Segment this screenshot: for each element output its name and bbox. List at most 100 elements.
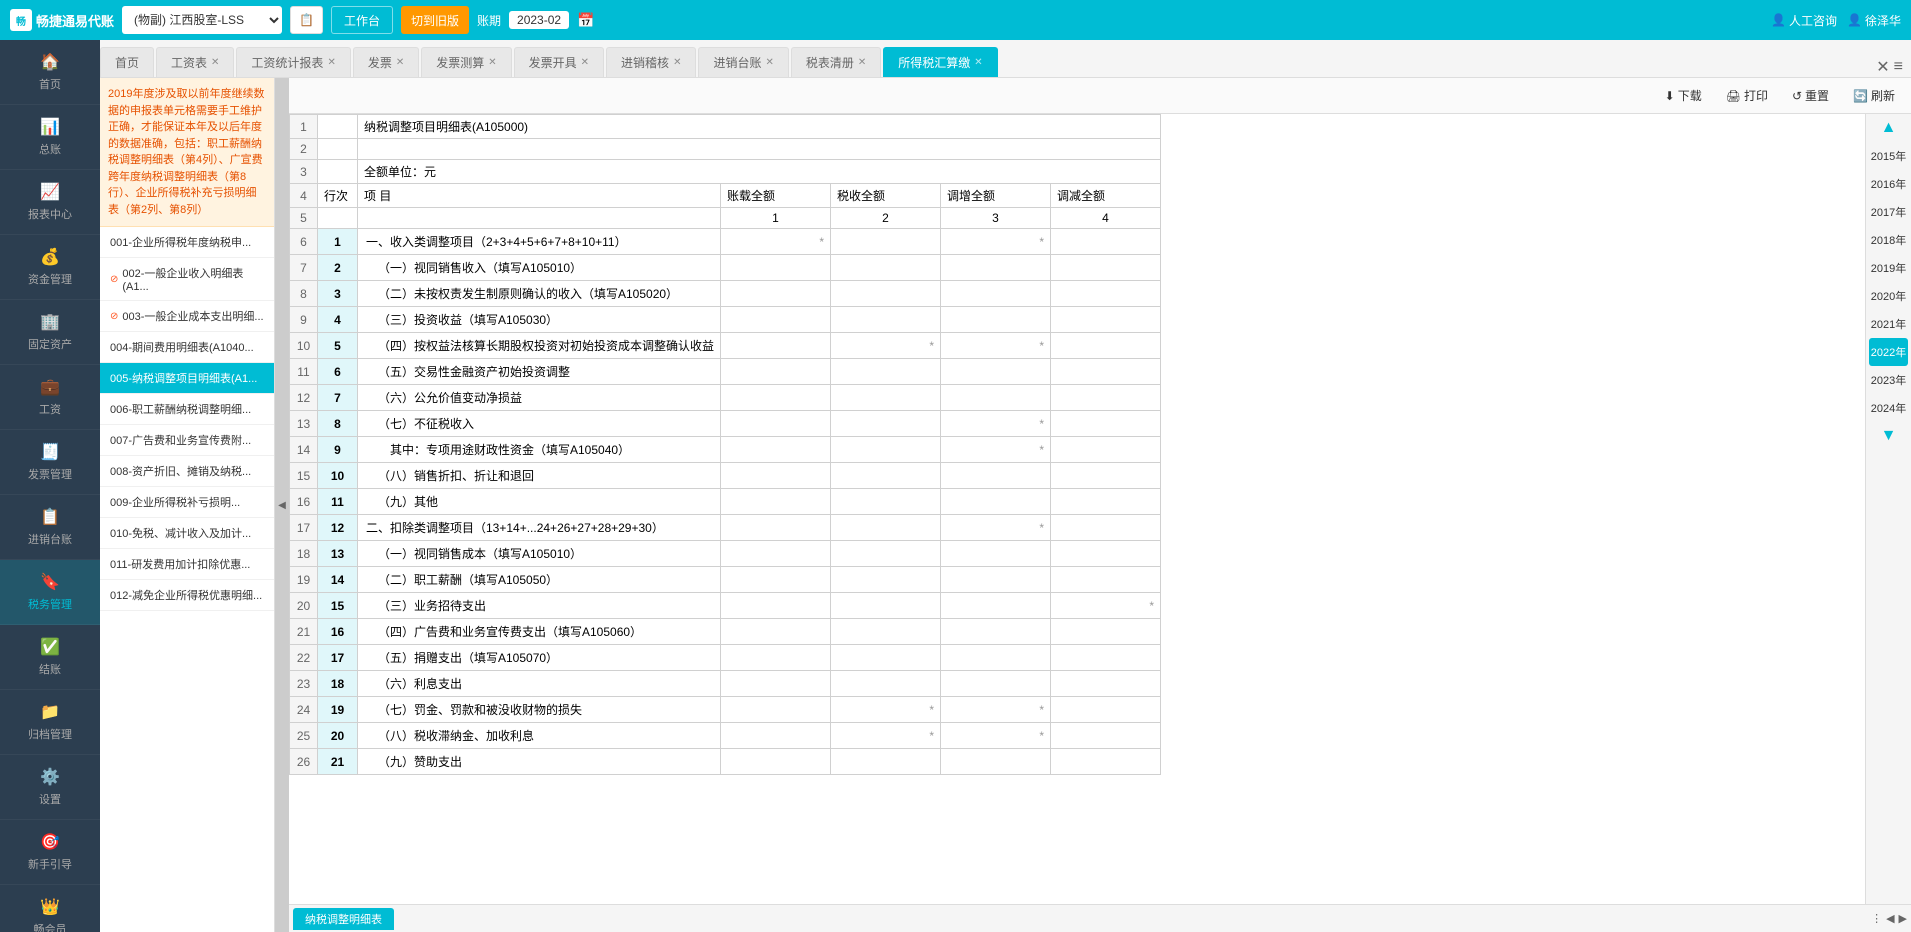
v3-7[interactable]: * (941, 411, 1051, 437)
sidebar-item-7[interactable]: 📋进销台账 (0, 495, 100, 560)
year-prev-btn[interactable]: ▲ (1866, 114, 1911, 142)
year-item-8[interactable]: 2023年 (1869, 366, 1908, 394)
tab-next-btn[interactable]: ≡ (1894, 58, 1903, 76)
sidebar-item-3[interactable]: 💰资金管理 (0, 235, 100, 300)
item-cell-3[interactable]: （三）投资收益（填写A105030） (358, 307, 721, 333)
v4-13[interactable] (1051, 567, 1161, 593)
v4-4[interactable] (1051, 333, 1161, 359)
form-item-1[interactable]: ⊘002-一般企业收入明细表(A1... (100, 258, 274, 301)
v2-11[interactable] (831, 515, 941, 541)
v4-20[interactable] (1051, 749, 1161, 775)
form-item-7[interactable]: 008-资产折旧、摊销及纳税... (100, 456, 274, 487)
item-cell-4[interactable]: （四）按权益法核算长期股权投资对初始投资成本调整确认收益 (358, 333, 721, 359)
year-item-9[interactable]: 2024年 (1869, 394, 1908, 422)
v4-14[interactable]: * (1051, 593, 1161, 619)
switch-btn[interactable]: 切到旧版 (401, 6, 469, 34)
item-cell-0[interactable]: 一、收入类调整项目（2+3+4+5+6+7+8+10+11） (358, 229, 721, 255)
tab-6[interactable]: 进销稽核✕ (606, 47, 696, 77)
v4-6[interactable] (1051, 385, 1161, 411)
v4-8[interactable] (1051, 437, 1161, 463)
v2-5[interactable] (831, 359, 941, 385)
v3-8[interactable]: * (941, 437, 1051, 463)
v4-9[interactable] (1051, 463, 1161, 489)
v1-15[interactable] (721, 619, 831, 645)
v4-18[interactable] (1051, 697, 1161, 723)
item-cell-13[interactable]: （二）职工薪酬（填写A105050） (358, 567, 721, 593)
scroll-left-icon[interactable]: ⋮ (1871, 912, 1882, 925)
year-item-4[interactable]: 2019年 (1869, 254, 1908, 282)
form-item-3[interactable]: 004-期间费用明细表(A1040... (100, 332, 274, 363)
v1-17[interactable] (721, 671, 831, 697)
copy-btn[interactable]: 📋 (290, 6, 323, 34)
v1-2[interactable] (721, 281, 831, 307)
year-next-btn[interactable]: ▼ (1866, 422, 1911, 450)
refresh-btn[interactable]: 🔄 刷新 (1847, 84, 1901, 107)
v1-8[interactable] (721, 437, 831, 463)
v2-4[interactable]: * (831, 333, 941, 359)
tab-close-9[interactable]: ✕ (974, 57, 982, 68)
form-item-11[interactable]: 012-减免企业所得税优惠明细... (100, 580, 274, 611)
tab-7[interactable]: 进销台账✕ (698, 47, 788, 77)
tab-close-4[interactable]: ✕ (488, 57, 496, 68)
v3-0[interactable]: * (941, 229, 1051, 255)
v2-9[interactable] (831, 463, 941, 489)
form-item-0[interactable]: 001-企业所得税年度纳税申... (100, 227, 274, 258)
v2-10[interactable] (831, 489, 941, 515)
sidebar-item-8[interactable]: 🔖税务管理 (0, 560, 100, 625)
form-item-8[interactable]: 009-企业所得税补亏损明... (100, 487, 274, 518)
item-cell-1[interactable]: （一）视同销售收入（填写A105010） (358, 255, 721, 281)
v2-19[interactable]: * (831, 723, 941, 749)
tab-3[interactable]: 发票✕ (353, 47, 419, 77)
sidebar-item-9[interactable]: ✅结账 (0, 625, 100, 690)
period-edit-icon[interactable]: 📅 (577, 12, 594, 29)
collapse-toggle[interactable]: ◀ (275, 78, 289, 932)
year-item-5[interactable]: 2020年 (1869, 282, 1908, 310)
v1-3[interactable] (721, 307, 831, 333)
sidebar-item-6[interactable]: 🧾发票管理 (0, 430, 100, 495)
v3-16[interactable] (941, 645, 1051, 671)
v1-12[interactable] (721, 541, 831, 567)
year-item-2[interactable]: 2017年 (1869, 198, 1908, 226)
v4-3[interactable] (1051, 307, 1161, 333)
company-select[interactable]: (物副) 江西股室-LSS (122, 6, 282, 34)
v3-11[interactable]: * (941, 515, 1051, 541)
v2-3[interactable] (831, 307, 941, 333)
v2-13[interactable] (831, 567, 941, 593)
sidebar-item-4[interactable]: 🏢固定资产 (0, 300, 100, 365)
form-item-5[interactable]: 006-职工薪酬纳税调整明细... (100, 394, 274, 425)
v1-7[interactable] (721, 411, 831, 437)
item-cell-14[interactable]: （三）业务招待支出 (358, 593, 721, 619)
v1-5[interactable] (721, 359, 831, 385)
v1-14[interactable] (721, 593, 831, 619)
v1-16[interactable] (721, 645, 831, 671)
v2-8[interactable] (831, 437, 941, 463)
tab-8[interactable]: 税表清册✕ (791, 47, 881, 77)
item-cell-10[interactable]: （九）其他 (358, 489, 721, 515)
item-cell-15[interactable]: （四）广告费和业务宣传费支出（填写A105060） (358, 619, 721, 645)
v3-10[interactable] (941, 489, 1051, 515)
v2-17[interactable] (831, 671, 941, 697)
sidebar-item-11[interactable]: ⚙️设置 (0, 755, 100, 820)
tab-2[interactable]: 工资统计报表✕ (236, 47, 350, 77)
v3-19[interactable]: * (941, 723, 1051, 749)
v2-14[interactable] (831, 593, 941, 619)
year-item-0[interactable]: 2015年 (1869, 142, 1908, 170)
tab-1[interactable]: 工资表✕ (156, 47, 234, 77)
year-item-3[interactable]: 2018年 (1869, 226, 1908, 254)
form-item-6[interactable]: 007-广告费和业务宣传费附... (100, 425, 274, 456)
v1-1[interactable] (721, 255, 831, 281)
form-item-9[interactable]: 010-免税、减计收入及加计... (100, 518, 274, 549)
v3-12[interactable] (941, 541, 1051, 567)
scroll-right-icon[interactable]: ◀ (1886, 912, 1894, 925)
reset-btn[interactable]: ↺ 重置 (1786, 84, 1835, 107)
item-cell-8[interactable]: 其中：专项用途财政性资金（填写A105040） (358, 437, 721, 463)
form-item-10[interactable]: 011-研发费用加计扣除优惠... (100, 549, 274, 580)
sidebar-item-5[interactable]: 💼工资 (0, 365, 100, 430)
v1-0[interactable]: * (721, 229, 831, 255)
tab-close-6[interactable]: ✕ (673, 57, 681, 68)
v1-4[interactable] (721, 333, 831, 359)
v1-11[interactable] (721, 515, 831, 541)
v2-16[interactable] (831, 645, 941, 671)
v4-1[interactable] (1051, 255, 1161, 281)
item-cell-2[interactable]: （二）未按权责发生制原则确认的收入（填写A105020） (358, 281, 721, 307)
